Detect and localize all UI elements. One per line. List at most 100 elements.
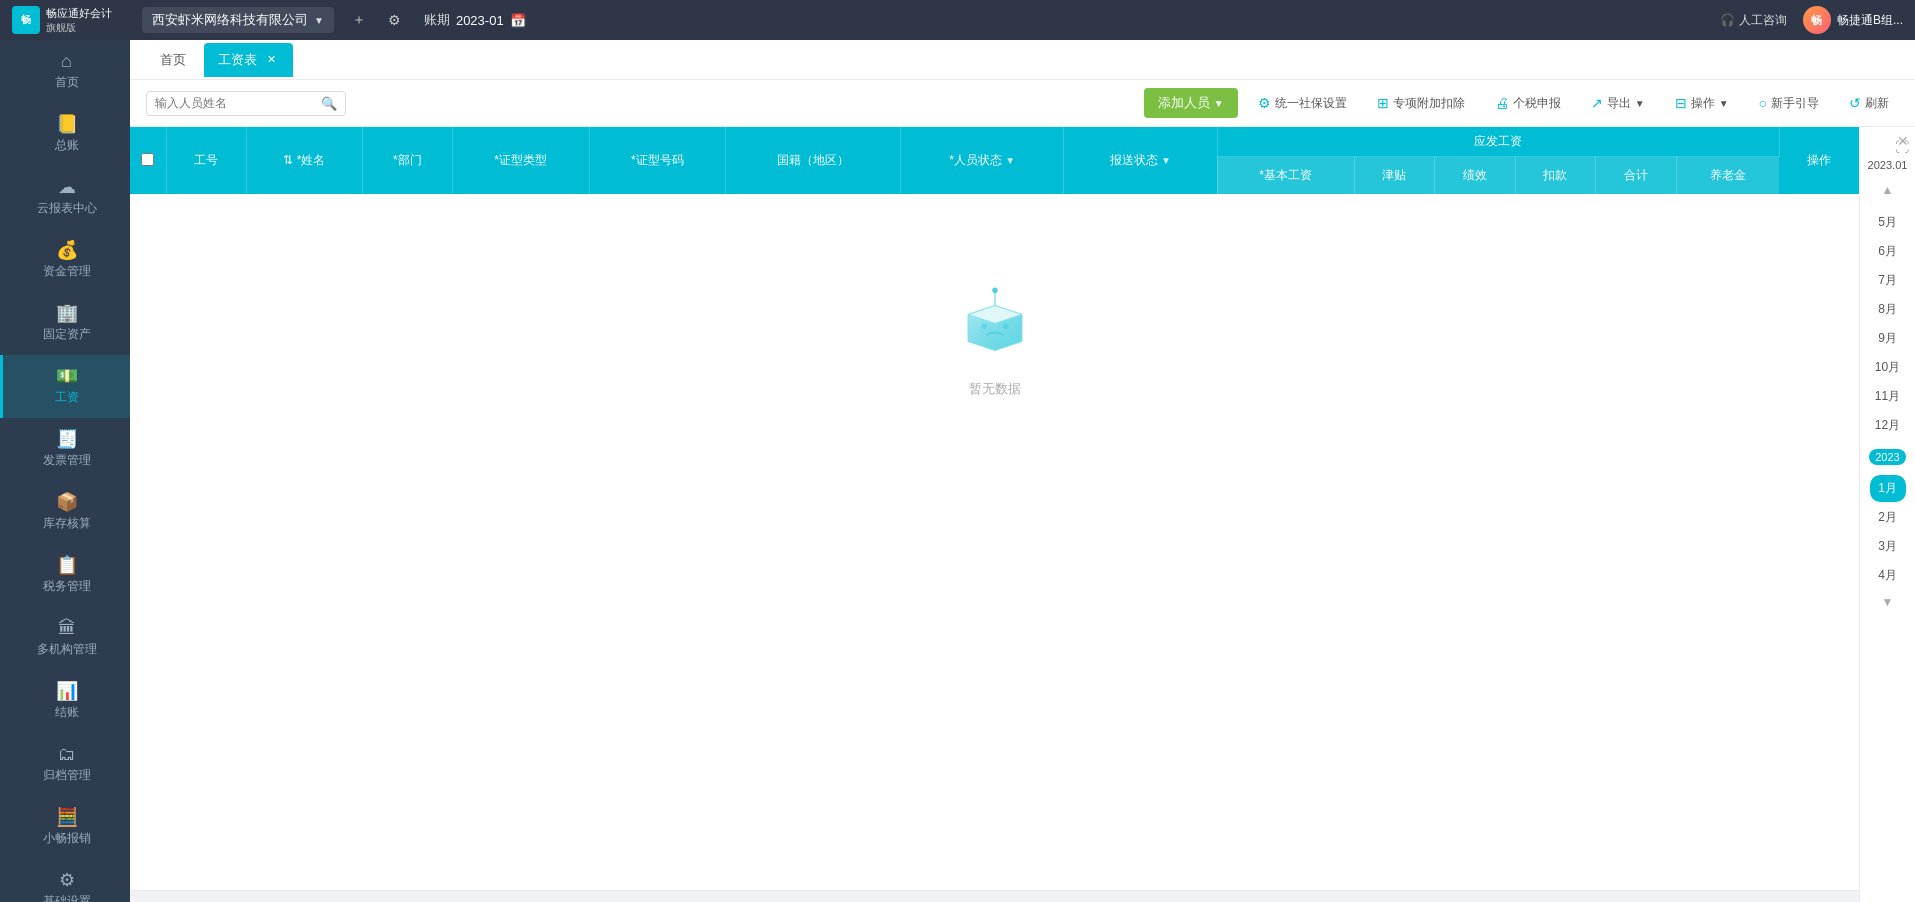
settlement-icon: 📊 — [56, 682, 78, 700]
export-label: 导出 — [1607, 95, 1631, 112]
select-all-checkbox[interactable] — [141, 153, 154, 166]
period-label: 账期 — [424, 11, 450, 29]
th-checkbox[interactable] — [130, 127, 166, 194]
svg-point-5 — [992, 288, 997, 293]
expense-icon: 🧮 — [56, 808, 78, 826]
sidebar-label-archive: 归档管理 — [43, 767, 91, 784]
search-wrap: 🔍 — [146, 91, 346, 116]
search-input[interactable] — [155, 96, 315, 110]
sidebar-label-cloud-report: 云报表中心 — [37, 200, 97, 217]
month-2022-10[interactable]: 10月 — [1860, 354, 1915, 381]
sidebar-item-tax[interactable]: 📋 税务管理 — [0, 544, 130, 607]
month-2022-6[interactable]: 6月 — [1860, 238, 1915, 265]
month-2023-1[interactable]: 1月 — [1870, 475, 1906, 502]
empty-state: 暂无数据 — [130, 194, 1859, 478]
th-name: ⇅ *姓名 — [247, 127, 363, 194]
sidebar-item-archive[interactable]: 🗂 归档管理 — [0, 733, 130, 796]
month-2022-12[interactable]: 12月 — [1860, 412, 1915, 439]
add-chevron-icon: ▼ — [1214, 98, 1224, 109]
special-deduct-button[interactable]: ⊞ 专项附加扣除 — [1367, 90, 1475, 117]
sidebar-item-inventory[interactable]: 📦 库存核算 — [0, 481, 130, 544]
user-name: 畅捷通B组... — [1837, 12, 1903, 29]
sidebar-item-ledger[interactable]: 📒 总账 — [0, 103, 130, 166]
calendar-icon[interactable]: 📅 — [510, 13, 526, 28]
settings-icon[interactable]: ⚙ — [382, 7, 408, 33]
app-name: 畅应通好会计 旗舰版 — [46, 6, 112, 33]
add-company-button[interactable]: ＋ — [346, 7, 372, 33]
th-deduction: 扣款 — [1515, 157, 1596, 195]
sidebar-item-invoice[interactable]: 🧾 发票管理 — [0, 418, 130, 481]
sidebar-label-expense: 小畅报销 — [43, 830, 91, 847]
sidebar-item-cloud-report[interactable]: ☁ 云报表中心 — [0, 166, 130, 229]
th-cert-type: *证型类型 — [452, 127, 589, 194]
period-value: 2023-01 — [456, 13, 504, 28]
sidebar-label-invoice: 发票管理 — [43, 452, 91, 469]
guide-circle-icon: ○ — [1759, 95, 1767, 111]
social-security-label: 统一社保设置 — [1275, 95, 1347, 112]
archive-icon: 🗂 — [58, 745, 76, 763]
right-panel-controls: ✕ ⛶ — [1860, 135, 1915, 155]
table-container[interactable]: 工号 ⇅ *姓名 *部门 *证型类型 *证型号码 国籍（地区） *人员状态 ▼ … — [130, 127, 1859, 890]
tax-filing-button[interactable]: 🖨 个税申报 — [1485, 90, 1571, 117]
export-button[interactable]: ↗ 导出 ▼ — [1581, 90, 1655, 117]
sidebar-item-fixed-asset[interactable]: 🏢 固定资产 — [0, 292, 130, 355]
sidebar-item-settlement[interactable]: 📊 结账 — [0, 670, 130, 733]
account-period: 账期 2023-01 📅 — [424, 11, 526, 29]
tax-icon: 📋 — [56, 556, 78, 574]
logo-area: 畅 畅应通好会计 旗舰版 — [12, 6, 142, 34]
month-2023-4[interactable]: 4月 — [1860, 562, 1915, 589]
month-2023-2[interactable]: 2月 — [1860, 504, 1915, 531]
social-security-button[interactable]: ⚙ 统一社保设置 — [1248, 90, 1357, 117]
add-person-button[interactable]: 添加人员 ▼ — [1144, 88, 1238, 118]
export-chevron-icon: ▼ — [1635, 98, 1645, 109]
home-icon: ⌂ — [61, 52, 72, 70]
guide-button[interactable]: ○ 新手引导 — [1749, 90, 1829, 117]
sidebar-item-settings[interactable]: ⚙ 基础设置 — [0, 859, 130, 902]
status-filter-icon[interactable]: ▼ — [1005, 155, 1015, 166]
month-2022-7[interactable]: 7月 — [1860, 267, 1915, 294]
sidebar-label-multi-org: 多机构管理 — [37, 641, 97, 658]
month-2022-5[interactable]: 5月 — [1860, 209, 1915, 236]
th-status: *人员状态 ▼ — [901, 127, 1064, 194]
ops-label: 操作 — [1691, 95, 1715, 112]
cloud-icon: ☁ — [58, 178, 76, 196]
sidebar-label-fixed-asset: 固定资产 — [43, 326, 91, 343]
table-scrollbar[interactable] — [130, 890, 1859, 902]
month-2022-9[interactable]: 9月 — [1860, 325, 1915, 352]
sidebar-item-salary[interactable]: 💵 工资 — [0, 355, 130, 418]
special-deduct-label: 专项附加扣除 — [1393, 95, 1465, 112]
th-allowance: 津贴 — [1354, 157, 1435, 195]
search-icon: 🔍 — [321, 96, 337, 111]
tab-home-label: 首页 — [160, 51, 186, 69]
sidebar-item-home[interactable]: ⌂ 首页 — [0, 40, 130, 103]
service-button[interactable]: 🎧 人工咨询 — [1720, 12, 1787, 29]
inventory-icon: 📦 — [56, 493, 78, 511]
export-icon: ↗ — [1591, 95, 1603, 111]
service-label: 人工咨询 — [1739, 12, 1787, 29]
close-panel-button[interactable]: ✕ — [1897, 133, 1909, 149]
scroll-down-button[interactable]: ▼ — [1872, 591, 1904, 613]
th-performance: 绩效 — [1435, 157, 1516, 195]
company-selector[interactable]: 西安虾米网络科技有限公司 ▼ — [142, 7, 334, 33]
ops-icon: ⊟ — [1675, 95, 1687, 111]
th-cert-num: *证型号码 — [589, 127, 726, 194]
tab-salary[interactable]: 工资表 ✕ — [204, 43, 293, 77]
sidebar-item-multi-org[interactable]: 🏛 多机构管理 — [0, 607, 130, 670]
sidebar-item-expense[interactable]: 🧮 小畅报销 — [0, 796, 130, 859]
month-2022-11[interactable]: 11月 — [1860, 383, 1915, 410]
report-filter-icon[interactable]: ▼ — [1161, 155, 1171, 166]
refresh-label: 刷新 — [1865, 95, 1889, 112]
refresh-button[interactable]: ↺ 刷新 — [1839, 90, 1899, 117]
tab-home[interactable]: 首页 — [146, 43, 200, 77]
operations-button[interactable]: ⊟ 操作 ▼ — [1665, 90, 1739, 117]
scroll-up-button[interactable]: ▲ — [1872, 179, 1904, 201]
refresh-icon: ↺ — [1849, 95, 1861, 111]
sidebar-item-fund[interactable]: 💰 资金管理 — [0, 229, 130, 292]
svg-point-3 — [1003, 324, 1008, 329]
month-2023-3[interactable]: 3月 — [1860, 533, 1915, 560]
month-2022-8[interactable]: 8月 — [1860, 296, 1915, 323]
tab-salary-close[interactable]: ✕ — [263, 52, 279, 68]
building-icon: 🏢 — [56, 304, 78, 322]
user-info[interactable]: 畅 畅捷通B组... — [1803, 6, 1903, 34]
th-report-status: 报送状态 ▼ — [1064, 127, 1218, 194]
